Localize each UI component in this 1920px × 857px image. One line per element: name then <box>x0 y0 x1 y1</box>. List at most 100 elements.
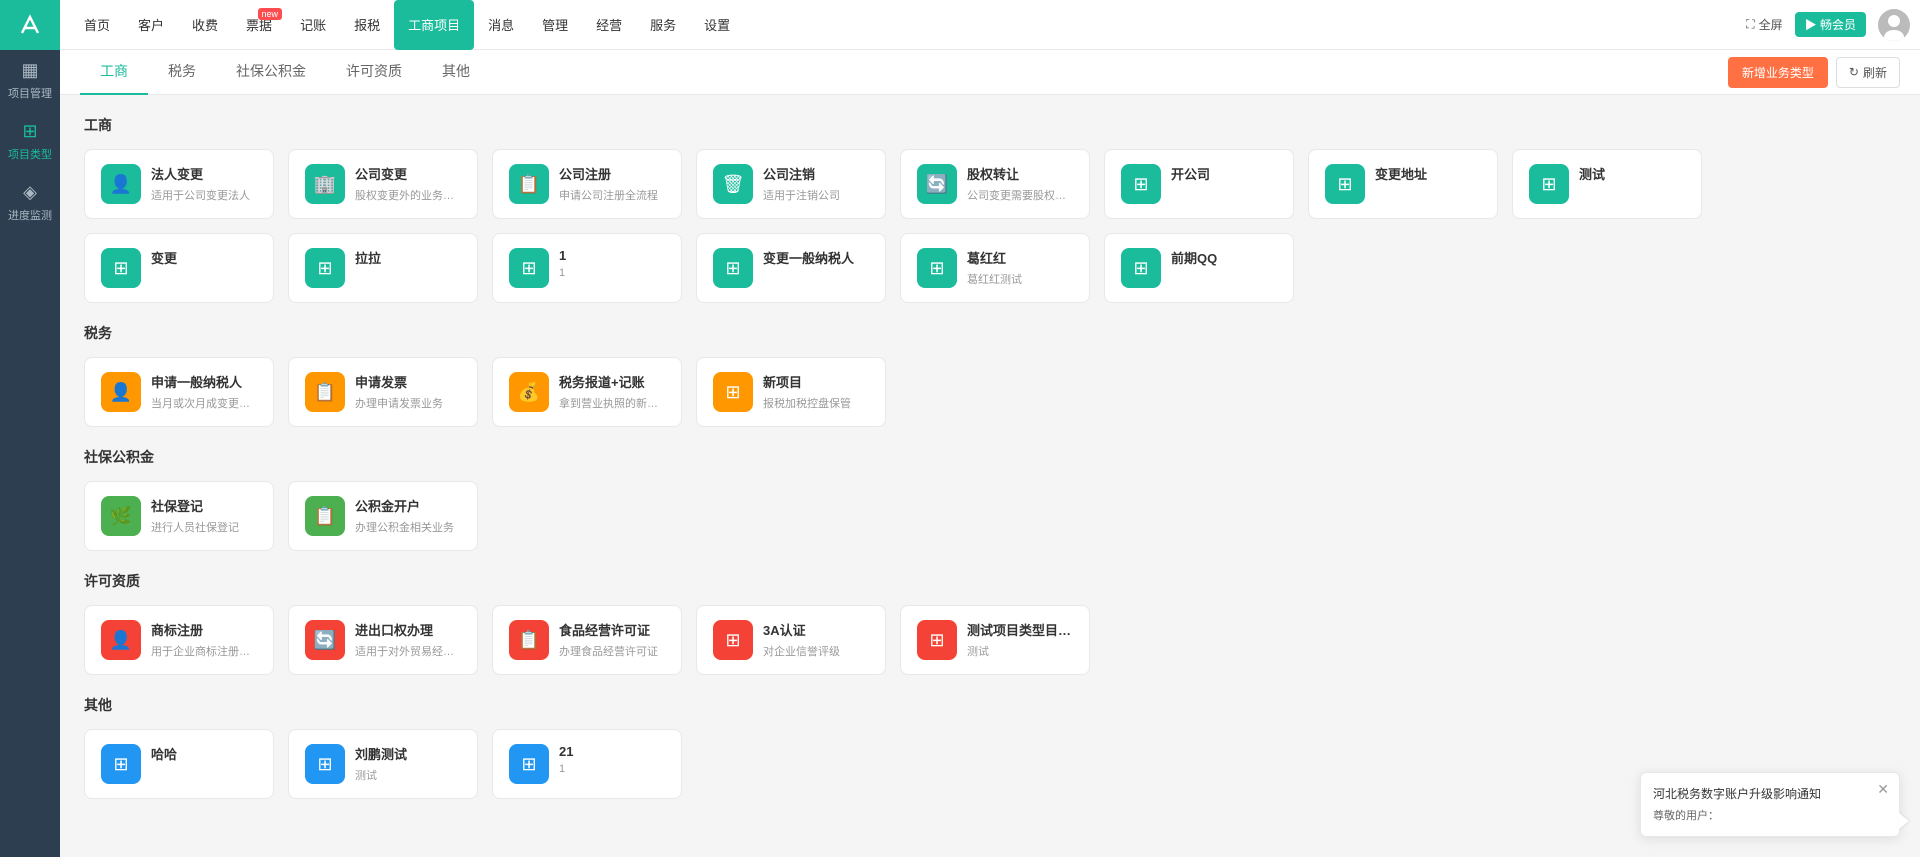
card-import-export[interactable]: 🔄 进出口权办理 适用于对外贸易经营者 <box>288 605 478 675</box>
card-trademark[interactable]: 👤 商标注册 用于企业商标注册服务 <box>84 605 274 675</box>
card-apply-invoice[interactable]: 📋 申请发票 办理申请发票业务 <box>288 357 478 427</box>
avatar[interactable] <box>1878 9 1910 41</box>
card-icon-equity-transfer: 🔄 <box>917 164 957 204</box>
card-title-change-taxpayer: 变更一般纳税人 <box>763 248 869 267</box>
vip-icon: ▶ <box>1805 18 1817 32</box>
add-type-button[interactable]: 新增业务类型 <box>1728 57 1828 88</box>
card-title-apply-invoice: 申请发票 <box>355 372 461 391</box>
section-title-tax: 税务 <box>84 323 1896 343</box>
card-open-company[interactable]: ⊞ 开公司 <box>1104 149 1294 219</box>
section-title-biz: 工商 <box>84 115 1896 135</box>
card-icon-company-change: 🏢 <box>305 164 345 204</box>
card-food-permit[interactable]: 📋 食品经营许可证 办理食品经营许可证 <box>492 605 682 675</box>
tab-bar: 工商 税务 社保公积金 许可资质 其他 新增业务类型 ↻ 刷新 <box>60 50 1920 95</box>
vip-button[interactable]: ▶ 畅会员 <box>1795 12 1866 37</box>
card-icon-food-permit: 📋 <box>509 620 549 660</box>
nav-invoice[interactable]: 票据 new <box>232 0 286 50</box>
card-desc-3a-cert: 对企业信誉评级 <box>763 643 869 659</box>
card-company-change[interactable]: 🏢 公司变更 股权变更外的业务变更 <box>288 149 478 219</box>
card-desc-food-permit: 办理食品经营许可证 <box>559 643 665 659</box>
sidebar-item-project-type[interactable]: ⊞ 项目类型 <box>0 111 60 172</box>
new-badge: new <box>258 8 283 20</box>
nav-client[interactable]: 客户 <box>124 0 178 50</box>
sidebar-item-label-progress: 进度监测 <box>8 207 52 223</box>
fullscreen-btn[interactable]: ⛶ 全屏 <box>1746 16 1782 33</box>
card-title-company-cancel: 公司注销 <box>763 164 869 183</box>
card-tax-report[interactable]: 💰 税务报道+记账 拿到营业执照的新公司 <box>492 357 682 427</box>
card-title-liupeng: 刘鹏测试 <box>355 744 461 763</box>
nav-settings[interactable]: 设置 <box>690 0 744 50</box>
card-new-project[interactable]: ⊞ 新项目 报税加税控盘保管 <box>696 357 886 427</box>
refresh-button[interactable]: ↻ 刷新 <box>1836 57 1900 88</box>
card-3a-cert[interactable]: ⊞ 3A认证 对企业信誉评级 <box>696 605 886 675</box>
notification-popup: ✕ 河北税务数字账户升级影响通知 尊敬的用户： <box>1640 772 1900 838</box>
card-title-preqq: 前期QQ <box>1171 248 1277 267</box>
card-icon-apply-invoice: 📋 <box>305 372 345 412</box>
sidebar-logo[interactable] <box>0 0 60 50</box>
nav-service[interactable]: 服务 <box>636 0 690 50</box>
card-icon-apply-general: 👤 <box>101 372 141 412</box>
card-title-trademark: 商标注册 <box>151 620 257 639</box>
nav-operation[interactable]: 经营 <box>582 0 636 50</box>
card-title-gehonghong: 葛红红 <box>967 248 1073 267</box>
card-gehonghong[interactable]: ⊞ 葛红红 葛红红测试 <box>900 233 1090 303</box>
nav-home[interactable]: 首页 <box>70 0 124 50</box>
notification-title: 河北税务数字账户升级影响通知 <box>1653 785 1887 802</box>
card-change-address[interactable]: ⊞ 变更地址 <box>1308 149 1498 219</box>
progress-monitor-icon: ◈ <box>23 182 37 203</box>
card-company-cancel[interactable]: 🗑 公司注销 适用于注销公司 <box>696 149 886 219</box>
card-apply-general[interactable]: 👤 申请一般纳税人 当月或次月成变更完成 <box>84 357 274 427</box>
card-social-register[interactable]: 🌿 社保登记 进行人员社保登记 <box>84 481 274 551</box>
tab-biz[interactable]: 工商 <box>80 50 148 95</box>
card-haha[interactable]: ⊞ 哈哈 <box>84 729 274 799</box>
card-title-food-permit: 食品经营许可证 <box>559 620 665 639</box>
tab-other[interactable]: 其他 <box>422 50 490 95</box>
card-preqq[interactable]: ⊞ 前期QQ <box>1104 233 1294 303</box>
nav-tax[interactable]: 报税 <box>340 0 394 50</box>
card-desc-company-cancel: 适用于注销公司 <box>763 187 869 203</box>
card-twentyone[interactable]: ⊞ 21 1 <box>492 729 682 799</box>
card-one[interactable]: ⊞ 1 1 <box>492 233 682 303</box>
card-desc-tax-report: 拿到营业执照的新公司 <box>559 395 665 411</box>
card-change-taxpayer[interactable]: ⊞ 变更一般纳税人 <box>696 233 886 303</box>
tab-social[interactable]: 社保公积金 <box>216 50 326 95</box>
card-liupeng[interactable]: ⊞ 刘鹏测试 测试 <box>288 729 478 799</box>
nav-billing[interactable]: 收费 <box>178 0 232 50</box>
card-title-new-project: 新项目 <box>763 372 869 391</box>
card-icon-tax-report: 💰 <box>509 372 549 412</box>
card-lala[interactable]: ⊞ 拉拉 <box>288 233 478 303</box>
card-desc-company-register: 申请公司注册全流程 <box>559 187 665 203</box>
card-icon-social-register: 🌿 <box>101 496 141 536</box>
card-fund-open[interactable]: 📋 公积金开户 办理公积金相关业务 <box>288 481 478 551</box>
nav-manage[interactable]: 管理 <box>528 0 582 50</box>
sidebar-item-progress-monitor[interactable]: ◈ 进度监测 <box>0 172 60 233</box>
card-change[interactable]: ⊞ 变更 <box>84 233 274 303</box>
section-title-other: 其他 <box>84 695 1896 715</box>
card-test-project-type[interactable]: ⊞ 测试项目类型目定义 测试 <box>900 605 1090 675</box>
card-title-company-change: 公司变更 <box>355 164 461 183</box>
nav-message[interactable]: 消息 <box>474 0 528 50</box>
notification-close-button[interactable]: ✕ <box>1877 781 1889 798</box>
card-company-register[interactable]: 📋 公司注册 申请公司注册全流程 <box>492 149 682 219</box>
card-equity-transfer[interactable]: 🔄 股权转让 公司变更需要股权转让 <box>900 149 1090 219</box>
card-icon-test: ⊞ <box>1529 164 1569 204</box>
card-title-test: 测试 <box>1579 164 1685 183</box>
card-legal-change[interactable]: 👤 法人变更 适用于公司变更法人 <box>84 149 274 219</box>
tab-tax[interactable]: 税务 <box>148 50 216 95</box>
card-desc-one: 1 <box>559 267 665 279</box>
nav-bookkeeping[interactable]: 记账 <box>286 0 340 50</box>
topnav-right: ⛶ 全屏 ▶ 畅会员 <box>1746 9 1910 41</box>
content: 工商 税务 社保公积金 许可资质 其他 新增业务类型 ↻ 刷新 工商 👤 <box>60 50 1920 857</box>
topnav: 首页 客户 收费 票据 new 记账 报税 工商项目 消息 管理 经营 服务 设… <box>60 0 1920 50</box>
card-icon-import-export: 🔄 <box>305 620 345 660</box>
card-desc-import-export: 适用于对外贸易经营者 <box>355 643 461 659</box>
sidebar-item-project-manage[interactable]: ▦ 项目管理 <box>0 50 60 111</box>
card-desc-trademark: 用于企业商标注册服务 <box>151 643 257 659</box>
biz-cards-grid: 👤 法人变更 适用于公司变更法人 🏢 公司变更 股权变更外的业务变更 📋 <box>84 149 1896 303</box>
card-desc-test-project-type: 测试 <box>967 643 1073 659</box>
card-icon-gehonghong: ⊞ <box>917 248 957 288</box>
nav-bizproject[interactable]: 工商项目 <box>394 0 474 50</box>
card-test[interactable]: ⊞ 测试 <box>1512 149 1702 219</box>
scrollable-content: 工商 👤 法人变更 适用于公司变更法人 🏢 公司变更 股权变更外的业务变更 <box>60 95 1920 857</box>
tab-permit[interactable]: 许可资质 <box>326 50 422 95</box>
